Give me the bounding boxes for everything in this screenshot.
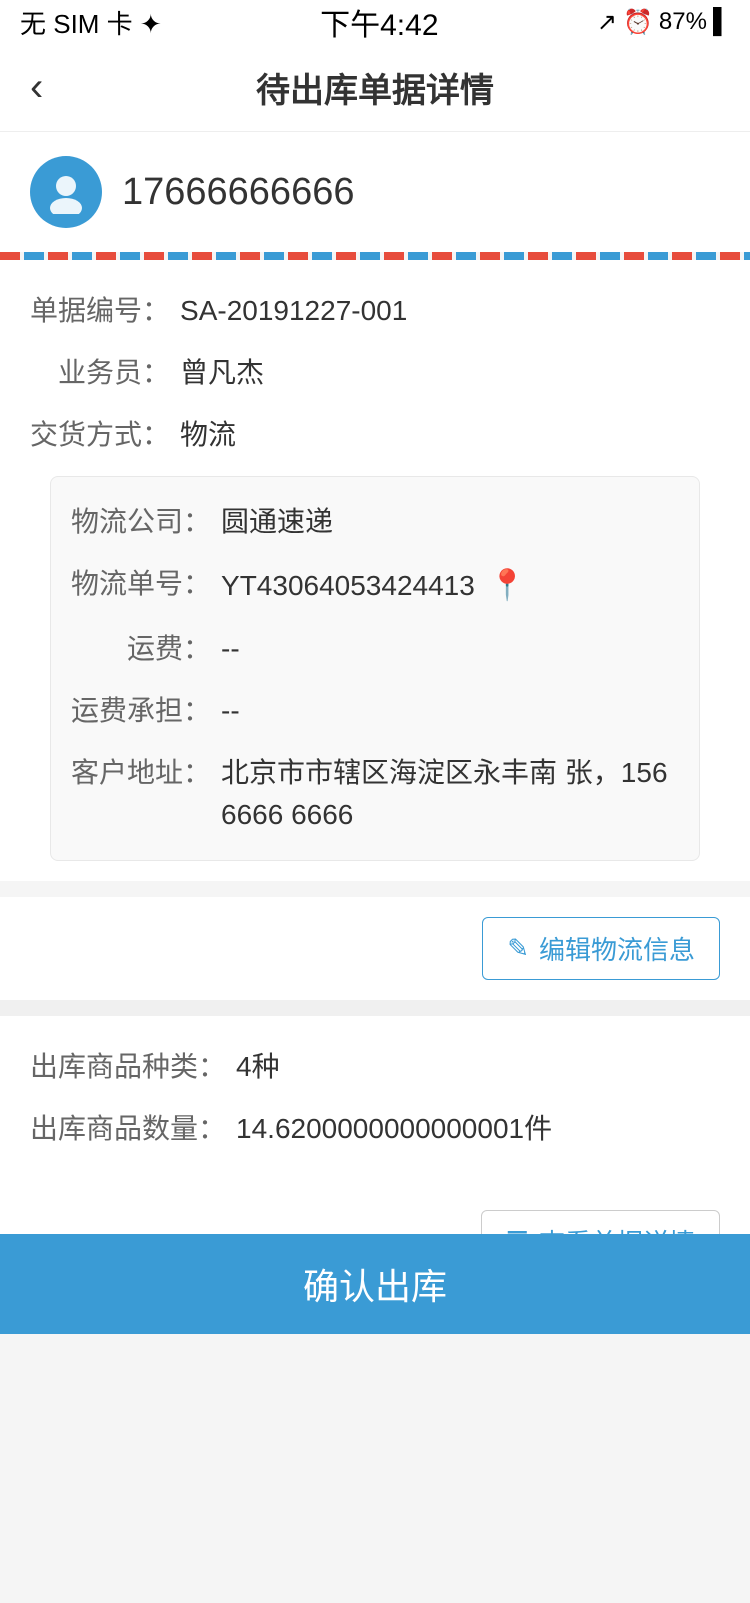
edit-btn-row: ✎ 编辑物流信息 (0, 897, 750, 1000)
customer-header: 17666666666 (0, 132, 750, 252)
delivery-method-value: 物流 (180, 414, 720, 456)
status-time: 下午4:42 (320, 0, 438, 44)
salesperson-value: 曾凡杰 (180, 352, 720, 394)
logistics-company-value: 圆通速递 (221, 501, 679, 543)
order-number-value: SA-20191227-001 (180, 290, 720, 332)
edit-btn-label: 编辑物流信息 (539, 930, 695, 967)
logistics-tracking-label: 物流单号： (71, 563, 211, 605)
salesperson-label: 业务员： (30, 352, 170, 394)
back-button[interactable]: ‹ (30, 65, 43, 110)
avatar (30, 156, 102, 228)
nav-bar: ‹ 待出库单据详情 (0, 44, 750, 132)
logistics-tracking-row: 物流单号： YT43064053424413 📍 (71, 563, 679, 608)
product-type-label: 出库商品种类： (30, 1046, 226, 1088)
freight-bearer-row: 运费承担： -- (71, 690, 679, 732)
delivery-method-label: 交货方式： (30, 414, 170, 456)
freight-label: 运费： (71, 628, 211, 670)
status-bar: 无 SIM 卡 ✦ 下午4:42 ↗ ⏰ 87% ▌ (0, 0, 750, 44)
salesperson-row: 业务员： 曾凡杰 (30, 352, 720, 394)
product-type-value: 4种 (236, 1046, 720, 1088)
sim-status: 无 SIM 卡 ✦ (20, 4, 162, 41)
section-divider (0, 1000, 750, 1016)
customer-phone: 17666666666 (122, 171, 354, 214)
confirm-btn-text: 确认出库 (303, 1258, 447, 1310)
confirm-btn-bar[interactable]: 确认出库 (0, 1234, 750, 1334)
logistics-tracking-value: YT43064053424413 📍 (221, 563, 679, 608)
logistics-company-row: 物流公司： 圆通速递 (71, 501, 679, 543)
edit-logistics-button[interactable]: ✎ 编辑物流信息 (482, 917, 720, 980)
product-type-row: 出库商品种类： 4种 (30, 1046, 720, 1088)
freight-bearer-value: -- (221, 690, 679, 732)
page-title: 待出库单据详情 (256, 63, 494, 112)
logistics-box: 物流公司： 圆通速递 物流单号： YT43064053424413 📍 运费： … (50, 476, 700, 861)
battery-icon: ▌ (713, 8, 730, 36)
location-icon: ↗ (597, 8, 617, 37)
battery-level: 87% (659, 8, 707, 36)
basic-info-section: 单据编号： SA-20191227-001 业务员： 曾凡杰 交货方式： 物流 … (0, 260, 750, 881)
product-quantity-row: 出库商品数量： 14.6200000000000001件 (30, 1108, 720, 1150)
order-number-label: 单据编号： (30, 290, 170, 332)
freight-bearer-label: 运费承担： (71, 690, 211, 732)
status-left: 无 SIM 卡 ✦ (20, 4, 162, 41)
freight-row: 运费： -- (71, 628, 679, 670)
address-value: 北京市市辖区海淀区永丰南 张，156 6666 6666 (221, 752, 679, 836)
alarm-icon: ⏰ (623, 8, 653, 37)
status-right: ↗ ⏰ 87% ▌ (597, 8, 730, 37)
address-label: 客户地址： (71, 752, 211, 794)
product-quantity-value: 14.6200000000000001件 (236, 1108, 720, 1150)
freight-value: -- (221, 628, 679, 670)
delivery-method-row: 交货方式： 物流 (30, 414, 720, 456)
dashed-divider (0, 252, 750, 260)
edit-icon: ✎ (507, 933, 529, 964)
product-section: 出库商品种类： 4种 出库商品数量： 14.6200000000000001件 (0, 1016, 750, 1190)
order-number-row: 单据编号： SA-20191227-001 (30, 290, 720, 332)
logistics-company-label: 物流公司： (71, 501, 211, 543)
tracking-location-icon[interactable]: 📍 (489, 563, 526, 608)
product-quantity-label: 出库商品数量： (30, 1108, 226, 1150)
address-row: 客户地址： 北京市市辖区海淀区永丰南 张，156 6666 6666 (71, 752, 679, 836)
